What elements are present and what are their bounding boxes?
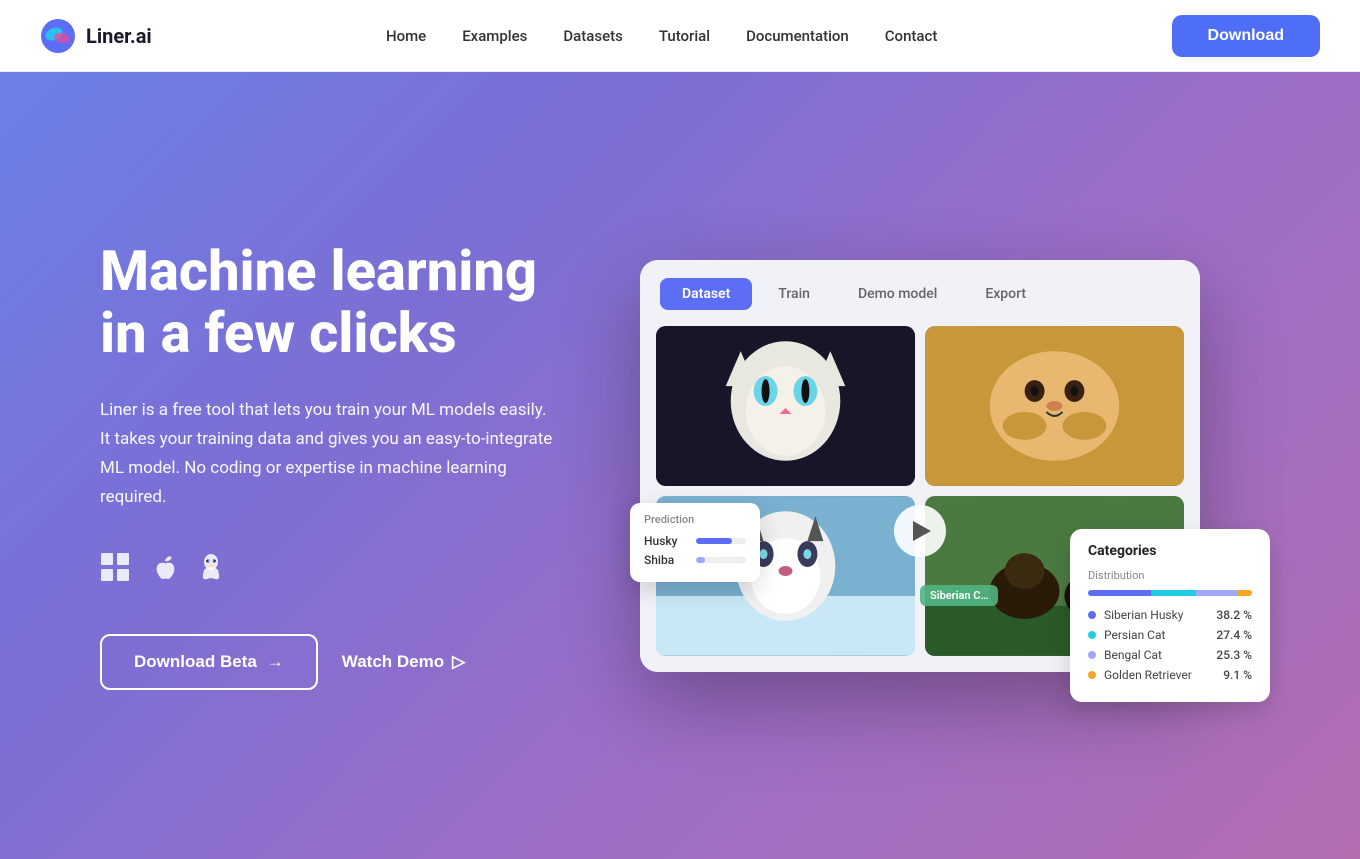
categories-subtitle: Distribution	[1088, 569, 1252, 582]
logo-link[interactable]: Liner.ai	[40, 18, 152, 54]
play-icon: ▷	[452, 652, 465, 672]
bar-segment-golden	[1237, 590, 1252, 596]
cat-row-husky: Siberian Husky 38.2 %	[1088, 608, 1252, 622]
windows-icon	[100, 552, 130, 590]
prediction-row-shiba: Shiba	[644, 553, 746, 567]
hero-description: Liner is a free tool that lets you train…	[100, 396, 560, 512]
prediction-card: Prediction Husky Shiba	[630, 503, 760, 582]
navbar: Liner.ai Home Examples Datasets Tutorial…	[0, 0, 1360, 72]
cat-dot-golden	[1088, 671, 1096, 679]
dog-illustration	[925, 326, 1184, 486]
nav-documentation[interactable]: Documentation	[746, 27, 849, 45]
prediction-bar-husky-wrap	[696, 538, 746, 544]
os-icons	[100, 552, 560, 590]
categories-title: Categories	[1088, 543, 1252, 559]
prediction-bar-shiba-wrap	[696, 557, 746, 563]
tab-export[interactable]: Export	[963, 278, 1048, 310]
prediction-title: Prediction	[644, 513, 746, 526]
app-mockup: Dataset Train Demo model Export ✕ Persia…	[640, 260, 1200, 672]
prediction-bar-husky	[696, 538, 732, 544]
hero-left: Machine learning in a few clicks Liner i…	[100, 241, 560, 690]
bar-segment-bengal	[1196, 590, 1237, 596]
cat-dot-husky	[1088, 611, 1096, 619]
categories-distribution-bar	[1088, 590, 1252, 596]
categories-card: Categories Distribution Siberian Husky 3…	[1070, 529, 1270, 702]
siberian-bubble: Siberian C…	[920, 585, 998, 606]
nav-download-button[interactable]: Download	[1172, 15, 1320, 57]
tab-demo-model[interactable]: Demo model	[836, 278, 959, 310]
bar-segment-husky	[1088, 590, 1151, 596]
play-triangle-icon	[913, 521, 931, 541]
nav-datasets[interactable]: Datasets	[563, 27, 622, 45]
arrow-right-icon: →	[267, 652, 284, 672]
download-beta-button[interactable]: Download Beta →	[100, 634, 318, 690]
nav-home[interactable]: Home	[386, 27, 426, 45]
image-card-dog: ✕ Golden Retriever ▾	[925, 326, 1184, 486]
nav-examples[interactable]: Examples	[462, 27, 527, 45]
nav-links: Home Examples Datasets Tutorial Document…	[386, 27, 937, 45]
logo-icon	[40, 18, 76, 54]
tab-train[interactable]: Train	[756, 278, 832, 310]
cat-dot-bengal	[1088, 651, 1096, 659]
cat-illustration	[656, 326, 915, 486]
app-mockup-container: Dataset Train Demo model Export ✕ Persia…	[560, 260, 1280, 672]
prediction-bar-shiba	[696, 557, 705, 563]
prediction-row-husky: Husky	[644, 534, 746, 548]
image-card-cat: ✕ Persian Cat ▾	[656, 326, 915, 486]
nav-tutorial[interactable]: Tutorial	[659, 27, 710, 45]
cat-row-bengal: Bengal Cat 25.3 %	[1088, 648, 1252, 662]
linux-icon	[198, 552, 224, 590]
cat-row-golden: Golden Retriever 9.1 %	[1088, 668, 1252, 682]
cat-dot-persian	[1088, 631, 1096, 639]
hero-title: Machine learning in a few clicks	[100, 241, 560, 364]
bar-segment-persian	[1151, 590, 1196, 596]
watch-demo-button[interactable]: Watch Demo ▷	[342, 652, 465, 672]
tab-dataset[interactable]: Dataset	[660, 278, 752, 310]
play-button[interactable]	[894, 505, 946, 557]
app-tabs: Dataset Train Demo model Export	[640, 260, 1200, 310]
hero-cta: Download Beta → Watch Demo ▷	[100, 634, 560, 690]
hero-section: Machine learning in a few clicks Liner i…	[0, 72, 1360, 859]
apple-icon	[150, 552, 178, 590]
cat-row-persian: Persian Cat 27.4 %	[1088, 628, 1252, 642]
nav-contact[interactable]: Contact	[885, 27, 938, 45]
logo-text: Liner.ai	[86, 24, 152, 48]
